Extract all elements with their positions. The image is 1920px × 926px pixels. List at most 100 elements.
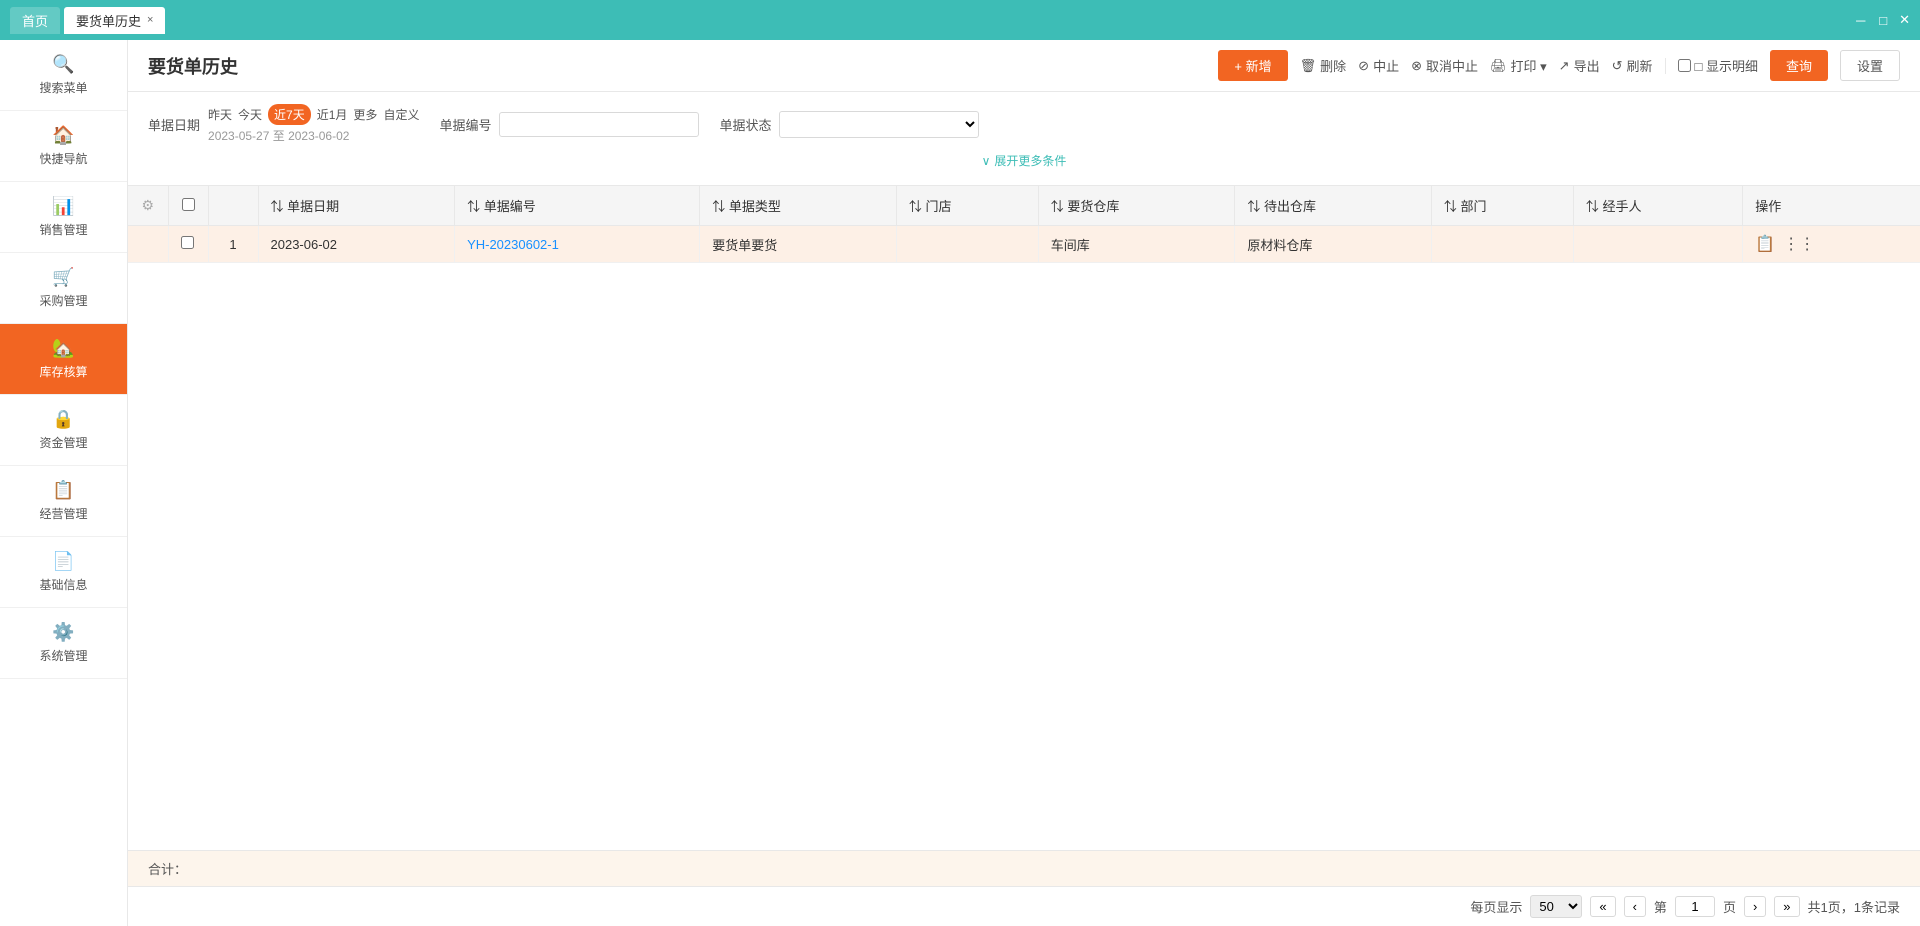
sidebar-item-sales-mgmt-label: 销售管理 bbox=[39, 221, 87, 238]
sidebar-item-inventory-calc[interactable]: 🏡 库存核算 bbox=[0, 324, 127, 395]
shortcut-more[interactable]: 更多 bbox=[353, 106, 377, 123]
sidebar-item-purchase-mgmt[interactable]: 🛒 采购管理 bbox=[0, 253, 127, 324]
print-button[interactable]: 🖨 打印 ▾ bbox=[1490, 56, 1547, 75]
window-close-icon[interactable]: ✕ bbox=[1899, 12, 1910, 28]
sidebar-item-finance-mgmt[interactable]: 🔒 资金管理 bbox=[0, 395, 127, 466]
date-filter-group: 单据日期 昨天 今天 近7天 近1月 更多 自定义 2023-05-27 至 2… bbox=[148, 104, 419, 144]
sidebar-item-system-mgmt[interactable]: ⚙️ 系统管理 bbox=[0, 608, 127, 679]
content-area: 要货单历史 + 新增 🗑 🗑 删除 删除 ⊘ 中止 ⊗ 取消中止 🖨 bbox=[128, 40, 1920, 926]
tab-requisition-history[interactable]: 要货单历史 × bbox=[64, 7, 165, 34]
print-icon: 🖨 bbox=[1490, 58, 1507, 74]
refresh-icon: ↺ bbox=[1612, 58, 1623, 74]
td-pending-warehouse: 原材料仓库 bbox=[1235, 226, 1432, 263]
page-number-input[interactable] bbox=[1675, 896, 1715, 917]
toolbar-divider bbox=[1665, 58, 1666, 74]
cancel-suspend-button[interactable]: ⊗ 取消中止 bbox=[1411, 56, 1478, 75]
shortcut-last1month[interactable]: 近1月 bbox=[317, 106, 348, 123]
system-mgmt-icon: ⚙️ bbox=[52, 622, 74, 643]
row-more-icon[interactable]: ⋮⋮ bbox=[1783, 234, 1815, 254]
th-req-warehouse: ⇅ 要货仓库 bbox=[1038, 186, 1235, 226]
sidebar-item-inventory-calc-label: 库存核算 bbox=[39, 363, 87, 380]
shortcut-yesterday[interactable]: 昨天 bbox=[208, 106, 232, 123]
export-button[interactable]: ↗ 导出 bbox=[1559, 56, 1600, 75]
suspend-button[interactable]: ⊘ 中止 bbox=[1358, 56, 1399, 75]
page-input-suffix: 页 bbox=[1723, 897, 1736, 916]
sidebar-item-purchase-mgmt-label: 采购管理 bbox=[39, 292, 87, 309]
suspend-icon: ⊘ bbox=[1358, 58, 1369, 74]
toolbar: + 新增 🗑 🗑 删除 删除 ⊘ 中止 ⊗ 取消中止 🖨 打印 ▾ bbox=[1218, 50, 1900, 81]
refresh-button[interactable]: ↺ 刷新 bbox=[1612, 56, 1653, 75]
next-page-button[interactable]: › bbox=[1744, 896, 1766, 917]
th-bill-date: ⇅ 单据日期 bbox=[258, 186, 455, 226]
tab-close-icon[interactable]: × bbox=[147, 14, 153, 26]
table-settings-icon[interactable]: ⚙ bbox=[141, 197, 154, 213]
tab-home[interactable]: 首页 bbox=[10, 7, 60, 34]
purchase-mgmt-icon: 🛒 bbox=[52, 267, 74, 288]
td-settings bbox=[128, 226, 168, 263]
maximize-icon[interactable]: □ bbox=[1879, 13, 1887, 28]
pagination-area: 每页显示 50 100 200 « ‹ 第 页 › » 共1页，1条记录 bbox=[128, 886, 1920, 926]
td-actions: 📋 ⋮⋮ bbox=[1743, 226, 1920, 263]
th-checkbox bbox=[168, 186, 208, 226]
date-filter: 昨天 今天 近7天 近1月 更多 自定义 2023-05-27 至 2023-0… bbox=[208, 104, 419, 144]
sidebar-item-ops-mgmt[interactable]: 📋 经营管理 bbox=[0, 466, 127, 537]
td-seq: 1 bbox=[208, 226, 258, 263]
select-all-checkbox[interactable] bbox=[182, 198, 195, 211]
filter-area: 单据日期 昨天 今天 近7天 近1月 更多 自定义 2023-05-27 至 2… bbox=[128, 92, 1920, 186]
date-filter-label: 单据日期 bbox=[148, 115, 200, 134]
bill-no-link[interactable]: YH-20230602-1 bbox=[467, 237, 559, 252]
new-button[interactable]: + 新增 bbox=[1218, 50, 1287, 81]
sidebar-item-search-menu-label: 搜索菜单 bbox=[39, 79, 87, 96]
data-table: ⚙ ⇅ 单据日期 ⇅ 单据编号 ⇅ 单据类型 bbox=[128, 186, 1920, 263]
shortcut-last7days[interactable]: 近7天 bbox=[268, 104, 311, 125]
display-detail-toggle[interactable]: □ 显示明细 bbox=[1678, 56, 1758, 75]
query-button[interactable]: 查询 bbox=[1770, 50, 1828, 81]
top-bar-right: － □ ✕ bbox=[1854, 11, 1910, 30]
td-store bbox=[896, 226, 1038, 263]
tab-home-label: 首页 bbox=[22, 11, 48, 30]
settings-button[interactable]: 设置 bbox=[1840, 50, 1900, 81]
bill-status-label: 单据状态 bbox=[719, 115, 771, 134]
first-page-button[interactable]: « bbox=[1590, 896, 1615, 917]
sidebar-item-quick-nav-label: 快捷导航 bbox=[39, 150, 87, 167]
row-checkbox[interactable] bbox=[181, 236, 194, 249]
page-size-select[interactable]: 50 100 200 bbox=[1530, 895, 1582, 918]
sidebar-item-ops-mgmt-label: 经营管理 bbox=[39, 505, 87, 522]
sidebar-item-sales-mgmt[interactable]: 📊 销售管理 bbox=[0, 182, 127, 253]
shortcut-today[interactable]: 今天 bbox=[238, 106, 262, 123]
inventory-calc-icon: 🏡 bbox=[52, 338, 74, 359]
sidebar-item-basic-info-label: 基础信息 bbox=[39, 576, 87, 593]
minimize-icon[interactable]: － bbox=[1854, 11, 1867, 30]
delete-button[interactable]: 🗑 🗑 删除 删除 bbox=[1300, 56, 1347, 75]
date-range-text: 2023-05-27 至 2023-06-02 bbox=[208, 127, 419, 144]
sales-mgmt-icon: 📊 bbox=[52, 196, 74, 217]
filter-row: 单据日期 昨天 今天 近7天 近1月 更多 自定义 2023-05-27 至 2… bbox=[148, 104, 1900, 144]
expand-more-button[interactable]: ∨ 展开更多条件 bbox=[982, 152, 1067, 169]
search-menu-icon: 🔍 bbox=[52, 54, 74, 75]
row-edit-icon[interactable]: 📋 bbox=[1755, 234, 1775, 254]
td-handler bbox=[1573, 226, 1742, 263]
sidebar-item-basic-info[interactable]: 📄 基础信息 bbox=[0, 537, 127, 608]
bill-status-select[interactable] bbox=[779, 111, 979, 138]
bill-no-label: 单据编号 bbox=[439, 115, 491, 134]
table-header-row: ⚙ ⇅ 单据日期 ⇅ 单据编号 ⇅ 单据类型 bbox=[128, 186, 1920, 226]
expand-more-area: ∨ 展开更多条件 bbox=[148, 144, 1900, 173]
sidebar-item-system-mgmt-label: 系统管理 bbox=[39, 647, 87, 664]
th-actions: 操作 bbox=[1743, 186, 1920, 226]
prev-page-button[interactable]: ‹ bbox=[1624, 896, 1646, 917]
display-detail-checkbox[interactable] bbox=[1678, 59, 1691, 72]
chevron-down-icon: ∨ bbox=[982, 154, 991, 168]
td-req-warehouse: 车间库 bbox=[1038, 226, 1235, 263]
td-bill-type: 要货单要货 bbox=[700, 226, 897, 263]
sidebar-item-search-menu[interactable]: 🔍 搜索菜单 bbox=[0, 40, 127, 111]
expand-more-label: 展开更多条件 bbox=[994, 152, 1066, 169]
page-size-label: 每页显示 bbox=[1470, 897, 1522, 916]
last-page-button[interactable]: » bbox=[1774, 896, 1799, 917]
shortcut-custom[interactable]: 自定义 bbox=[383, 106, 419, 123]
cancel-suspend-icon: ⊗ bbox=[1411, 58, 1422, 74]
sidebar-item-quick-nav[interactable]: 🏠 快捷导航 bbox=[0, 111, 127, 182]
top-bar: 首页 要货单历史 × － □ ✕ bbox=[0, 0, 1920, 40]
bill-no-input[interactable] bbox=[499, 112, 699, 137]
th-department: ⇅ 部门 bbox=[1431, 186, 1573, 226]
date-shortcuts: 昨天 今天 近7天 近1月 更多 自定义 bbox=[208, 104, 419, 125]
